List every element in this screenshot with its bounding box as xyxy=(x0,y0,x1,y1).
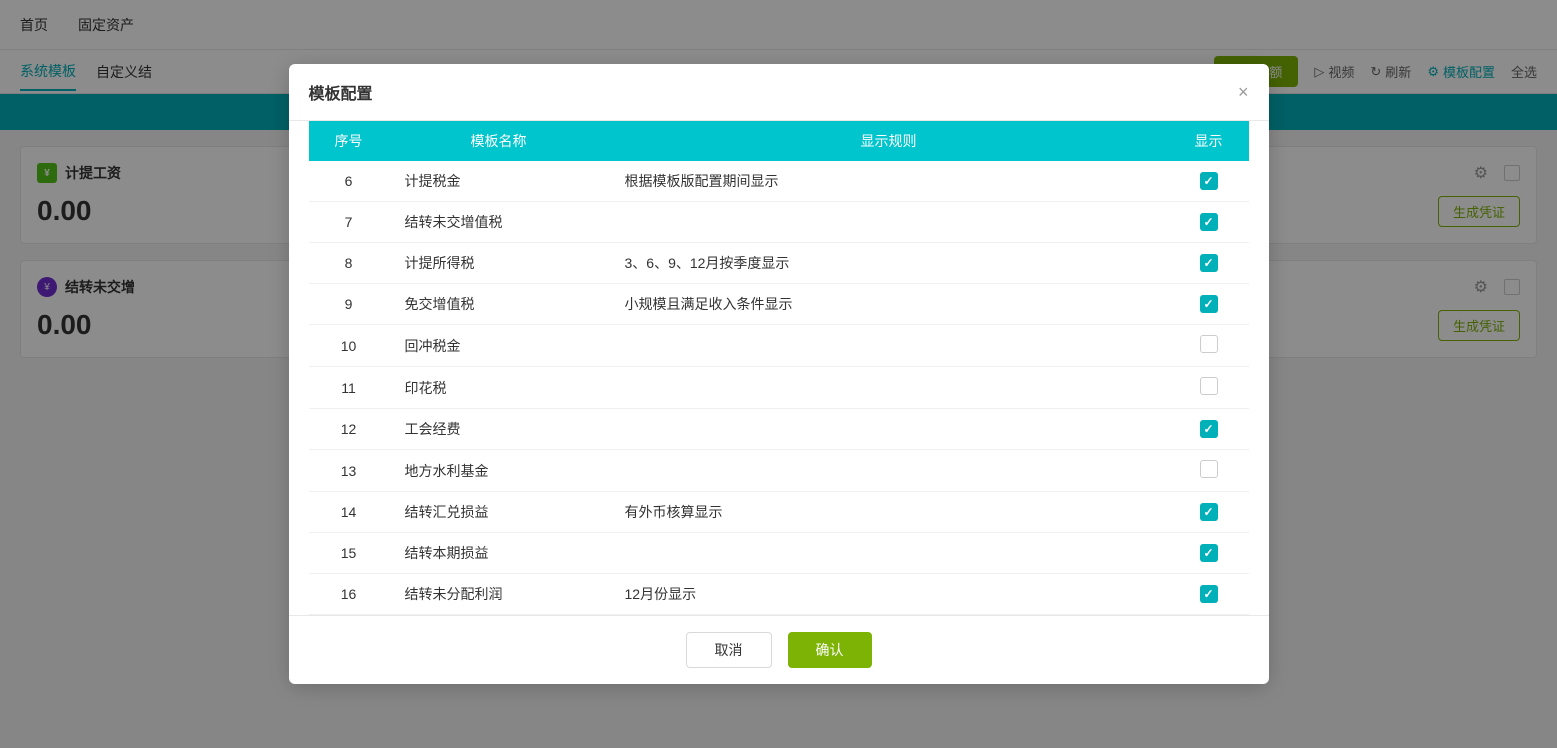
cell-index: 9 xyxy=(309,284,389,325)
cell-rule xyxy=(609,202,1169,243)
table-row: 6计提税金根据模板版配置期间显示 xyxy=(309,161,1249,202)
cell-index: 14 xyxy=(309,492,389,533)
cell-rule: 根据模板版配置期间显示 xyxy=(609,161,1169,202)
checkbox-checked[interactable] xyxy=(1200,544,1218,562)
cell-rule: 3、6、9、12月按季度显示 xyxy=(609,243,1169,284)
cell-index: 8 xyxy=(309,243,389,284)
confirm-button[interactable]: 确认 xyxy=(788,632,872,668)
cell-name: 免交增值税 xyxy=(389,284,609,325)
table-row: 11印花税 xyxy=(309,367,1249,409)
config-table: 序号 模板名称 显示规则 显示 6计提税金根据模板版配置期间显示7结转未交增值税… xyxy=(309,121,1249,615)
cancel-button[interactable]: 取消 xyxy=(686,632,772,668)
cell-rule: 小规模且满足收入条件显示 xyxy=(609,284,1169,325)
cell-name: 计提所得税 xyxy=(389,243,609,284)
modal-overlay: 模板配置 × 序号 模板名称 显示规则 显示 6计提税金根据模板版配置期间显示7… xyxy=(0,0,1557,748)
checkbox-checked[interactable] xyxy=(1200,420,1218,438)
table-row: 12工会经费 xyxy=(309,409,1249,450)
cell-name: 结转未交增值税 xyxy=(389,202,609,243)
cell-rule: 有外币核算显示 xyxy=(609,492,1169,533)
checkbox-checked[interactable] xyxy=(1200,254,1218,272)
dialog-header: 模板配置 × xyxy=(289,64,1269,121)
cell-rule: 12月份显示 xyxy=(609,574,1169,615)
cell-checkbox[interactable] xyxy=(1169,450,1249,492)
cell-checkbox[interactable] xyxy=(1169,284,1249,325)
checkbox-checked[interactable] xyxy=(1200,585,1218,603)
cell-index: 15 xyxy=(309,533,389,574)
checkbox-unchecked[interactable] xyxy=(1200,460,1218,478)
cell-name: 印花税 xyxy=(389,367,609,409)
cell-index: 16 xyxy=(309,574,389,615)
cell-index: 10 xyxy=(309,325,389,367)
cell-checkbox[interactable] xyxy=(1169,202,1249,243)
checkbox-unchecked[interactable] xyxy=(1200,377,1218,395)
cell-checkbox[interactable] xyxy=(1169,367,1249,409)
cell-name: 结转未分配利润 xyxy=(389,574,609,615)
dialog-close-button[interactable]: × xyxy=(1238,83,1249,101)
checkbox-checked[interactable] xyxy=(1200,172,1218,190)
cell-rule xyxy=(609,325,1169,367)
cell-name: 结转汇兑损益 xyxy=(389,492,609,533)
checkbox-checked[interactable] xyxy=(1200,213,1218,231)
col-header-display: 显示 xyxy=(1169,121,1249,161)
table-header-row: 序号 模板名称 显示规则 显示 xyxy=(309,121,1249,161)
table-row: 16结转未分配利润12月份显示 xyxy=(309,574,1249,615)
cell-checkbox[interactable] xyxy=(1169,243,1249,284)
dialog-title: 模板配置 xyxy=(309,80,373,104)
cell-index: 13 xyxy=(309,450,389,492)
cell-name: 地方水利基金 xyxy=(389,450,609,492)
cell-name: 工会经费 xyxy=(389,409,609,450)
table-row: 10回冲税金 xyxy=(309,325,1249,367)
cell-name: 回冲税金 xyxy=(389,325,609,367)
col-header-name: 模板名称 xyxy=(389,121,609,161)
checkbox-unchecked[interactable] xyxy=(1200,335,1218,353)
col-header-index: 序号 xyxy=(309,121,389,161)
table-row: 13地方水利基金 xyxy=(309,450,1249,492)
cell-index: 11 xyxy=(309,367,389,409)
dialog-footer: 取消 确认 xyxy=(289,615,1269,684)
cell-index: 12 xyxy=(309,409,389,450)
cell-checkbox[interactable] xyxy=(1169,325,1249,367)
table-row: 15结转本期损益 xyxy=(309,533,1249,574)
cell-index: 7 xyxy=(309,202,389,243)
table-wrapper[interactable]: 序号 模板名称 显示规则 显示 6计提税金根据模板版配置期间显示7结转未交增值税… xyxy=(289,121,1269,615)
checkbox-checked[interactable] xyxy=(1200,295,1218,313)
cell-rule xyxy=(609,450,1169,492)
cell-index: 6 xyxy=(309,161,389,202)
cell-rule xyxy=(609,409,1169,450)
checkbox-checked[interactable] xyxy=(1200,503,1218,521)
cell-checkbox[interactable] xyxy=(1169,161,1249,202)
table-row: 14结转汇兑损益有外币核算显示 xyxy=(309,492,1249,533)
cell-rule xyxy=(609,367,1169,409)
cell-rule xyxy=(609,533,1169,574)
dialog-template-config: 模板配置 × 序号 模板名称 显示规则 显示 6计提税金根据模板版配置期间显示7… xyxy=(289,64,1269,684)
cell-name: 计提税金 xyxy=(389,161,609,202)
cell-checkbox[interactable] xyxy=(1169,409,1249,450)
table-row: 7结转未交增值税 xyxy=(309,202,1249,243)
cell-checkbox[interactable] xyxy=(1169,533,1249,574)
cell-checkbox[interactable] xyxy=(1169,574,1249,615)
cell-checkbox[interactable] xyxy=(1169,492,1249,533)
table-row: 8计提所得税3、6、9、12月按季度显示 xyxy=(309,243,1249,284)
table-row: 9免交增值税小规模且满足收入条件显示 xyxy=(309,284,1249,325)
cell-name: 结转本期损益 xyxy=(389,533,609,574)
col-header-rule: 显示规则 xyxy=(609,121,1169,161)
